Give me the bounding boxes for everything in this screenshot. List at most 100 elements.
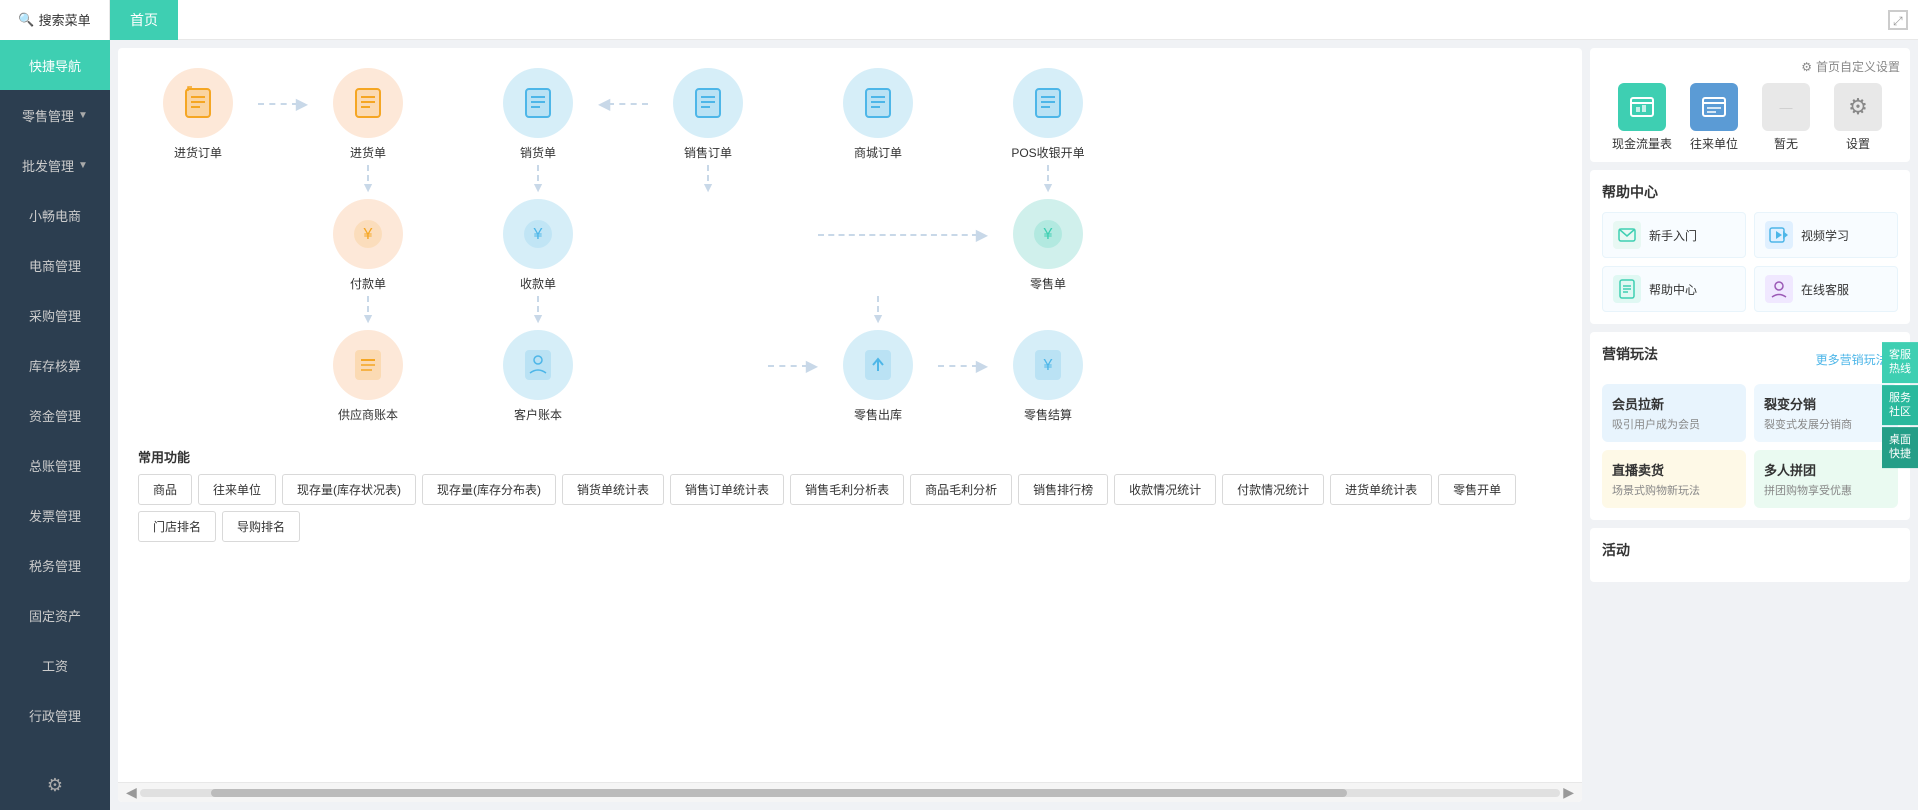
sidebar-item-salary[interactable]: 工资 (0, 640, 110, 690)
sidebar-item-ecommerce[interactable]: 电商管理 (0, 240, 110, 290)
sidebar-item-quicknav[interactable]: 快捷导航 (0, 40, 110, 90)
qa-item-settings[interactable]: ⚙ 设置 (1826, 83, 1890, 152)
mkt-card-fission[interactable]: 裂变分销 裂变式发展分销商 (1754, 384, 1898, 442)
mkt-desc-group: 拼团购物享受优惠 (1764, 482, 1888, 498)
scroll-left-btn[interactable]: ◀ (123, 784, 140, 801)
home-tab[interactable]: 首页 (110, 0, 178, 40)
sidebar-item-inventory[interactable]: 库存核算 (0, 340, 110, 390)
node-icon-retail: ¥ (1013, 199, 1083, 269)
cf-btn-goods-profit[interactable]: 商品毛利分析 (910, 474, 1012, 505)
float-btn-support[interactable]: 客服热线 (1882, 342, 1918, 383)
node-label-sales-order: 销售订单 (684, 144, 732, 161)
node-label-retail-settle: 零售结算 (1024, 406, 1072, 423)
node-label-supplier-account: 供应商账本 (338, 406, 398, 423)
node-shop-order[interactable]: 商城订单 (818, 68, 938, 161)
cf-btn-retail-order[interactable]: 零售开单 (1438, 474, 1516, 505)
sidebar-item-tax[interactable]: 税务管理 (0, 540, 110, 590)
sidebar-item-retail[interactable]: 零售管理 ▼ (0, 90, 110, 140)
help-item-video[interactable]: 视频学习 (1754, 212, 1898, 258)
cf-grid: 商品 往来单位 现存量(库存状况表) 现存量(库存分布表) 销货单统计表 销售订… (138, 474, 1562, 542)
cf-btn-receipt-stat[interactable]: 收款情况统计 (1114, 474, 1216, 505)
cf-btn-store-rank[interactable]: 门店排名 (138, 511, 216, 542)
mkt-title-fission: 裂变分销 (1764, 394, 1888, 413)
sidebar-item-invoice[interactable]: 发票管理 (0, 490, 110, 540)
node-payment[interactable]: ¥ 付款单 (308, 199, 428, 292)
sidebar-item-purchase[interactable]: 采购管理 (0, 290, 110, 340)
mkt-title-member: 会员拉新 (1612, 394, 1736, 413)
node-label-shop-order: 商城订单 (854, 144, 902, 161)
search-menu[interactable]: 🔍 搜索菜单 (0, 0, 110, 40)
node-purchase[interactable]: 进货单 (308, 68, 428, 161)
cf-btn-sales-profit[interactable]: 销售毛利分析表 (790, 474, 904, 505)
float-btn-desktop[interactable]: 桌面快捷 (1882, 427, 1918, 468)
mkt-card-group[interactable]: 多人拼团 拼团购物享受优惠 (1754, 450, 1898, 508)
sidebar-item-label: 小畅电商 (29, 206, 81, 225)
float-label-support: 客服热线 (1889, 349, 1911, 375)
sidebar-item-label: 采购管理 (29, 306, 81, 325)
node-customer-account[interactable]: 客户账本 (478, 330, 598, 423)
scrollbar-track[interactable] (140, 789, 1560, 797)
sidebar-item-label: 发票管理 (29, 506, 81, 525)
mkt-card-member[interactable]: 会员拉新 吸引用户成为会员 (1602, 384, 1746, 442)
cf-btn-goods[interactable]: 商品 (138, 474, 192, 505)
cf-btn-sales-rank[interactable]: 销售排行榜 (1018, 474, 1108, 505)
content-area: 进货订单 ▶ 进货单 (110, 40, 1918, 810)
cf-btn-purchase-stat[interactable]: 进货单统计表 (1330, 474, 1432, 505)
help-item-online-support[interactable]: 在线客服 (1754, 266, 1898, 312)
sidebar-item-fixedassets[interactable]: 固定资产 (0, 590, 110, 640)
chevron-down-icon: ▼ (78, 110, 88, 121)
node-purchase-order[interactable]: 进货订单 (138, 68, 258, 161)
qa-item-cashflow[interactable]: 现金流量表 (1610, 83, 1674, 152)
cf-btn-stock2[interactable]: 现存量(库存分布表) (422, 474, 556, 505)
sidebar-item-ledger[interactable]: 总账管理 (0, 440, 110, 490)
svg-text:¥: ¥ (1043, 226, 1053, 243)
node-supplier-account[interactable]: 供应商账本 (308, 330, 428, 423)
sidebar-item-label: 批发管理 (22, 156, 74, 175)
float-label-community: 服务社区 (1889, 392, 1911, 418)
cf-btn-stock1[interactable]: 现存量(库存状况表) (282, 474, 416, 505)
sidebar-item-wholesale[interactable]: 批发管理 ▼ (0, 140, 110, 190)
mkt-title-group: 多人拼团 (1764, 460, 1888, 479)
help-icon-mail (1613, 221, 1641, 249)
cf-btn-payment-stat[interactable]: 付款情况统计 (1222, 474, 1324, 505)
help-label-beginner: 新手入门 (1649, 227, 1697, 244)
node-icon-pos (1013, 68, 1083, 138)
qa-label-partners: 往来单位 (1690, 135, 1738, 152)
sidebar-item-xiaochang[interactable]: 小畅电商 (0, 190, 110, 240)
cf-btn-partners[interactable]: 往来单位 (198, 474, 276, 505)
cf-btn-sales-stat[interactable]: 销货单统计表 (562, 474, 664, 505)
float-btn-community[interactable]: 服务社区 (1882, 385, 1918, 426)
marketing-grid: 会员拉新 吸引用户成为会员 裂变分销 裂变式发展分销商 直播卖货 场景式购物新玩… (1602, 384, 1898, 508)
node-pos[interactable]: POS收银开单 (988, 68, 1108, 161)
help-item-beginner[interactable]: 新手入门 (1602, 212, 1746, 258)
cf-btn-guide-rank[interactable]: 导购排名 (222, 511, 300, 542)
cf-btn-order-stat[interactable]: 销售订单统计表 (670, 474, 784, 505)
node-retail-out[interactable]: 零售出库 (818, 330, 938, 423)
node-label-payment: 付款单 (350, 275, 386, 292)
node-receipt[interactable]: ¥ 收款单 (478, 199, 598, 292)
mkt-title-live: 直播卖货 (1612, 460, 1736, 479)
node-sales-order[interactable]: 销售订单 (648, 68, 768, 161)
mkt-card-live[interactable]: 直播卖货 场景式购物新玩法 (1602, 450, 1746, 508)
qa-item-partners[interactable]: 往来单位 (1682, 83, 1746, 152)
sidebar-item-admin[interactable]: 行政管理 (0, 690, 110, 740)
qa-icon-partners (1690, 83, 1738, 131)
sidebar-item-label: 固定资产 (29, 606, 81, 625)
node-sales[interactable]: 销货单 (478, 68, 598, 161)
qa-icon-empty: — (1762, 83, 1810, 131)
node-retail-settle[interactable]: ¥ 零售结算 (988, 330, 1108, 423)
node-label-receipt: 收款单 (520, 275, 556, 292)
help-item-helpcenter[interactable]: 帮助中心 (1602, 266, 1746, 312)
qa-settings-btn[interactable]: ⚙ 首页自定义设置 (1801, 58, 1900, 75)
mkt-desc-live: 场景式购物新玩法 (1612, 482, 1736, 498)
node-icon-sales-order (673, 68, 743, 138)
scroll-right-btn[interactable]: ▶ (1560, 784, 1577, 801)
sidebar-item-finance[interactable]: 资金管理 (0, 390, 110, 440)
qa-icon-settings: ⚙ (1834, 83, 1882, 131)
sidebar-settings-btn[interactable]: ⚙ (0, 760, 110, 810)
top-bar: 🔍 搜索菜单 首页 ⤢ (0, 0, 1918, 40)
node-label-retail: 零售单 (1030, 275, 1066, 292)
help-icon-video (1765, 221, 1793, 249)
fullscreen-icon[interactable]: ⤢ (1888, 10, 1908, 30)
node-retail[interactable]: ¥ 零售单 (988, 199, 1108, 292)
